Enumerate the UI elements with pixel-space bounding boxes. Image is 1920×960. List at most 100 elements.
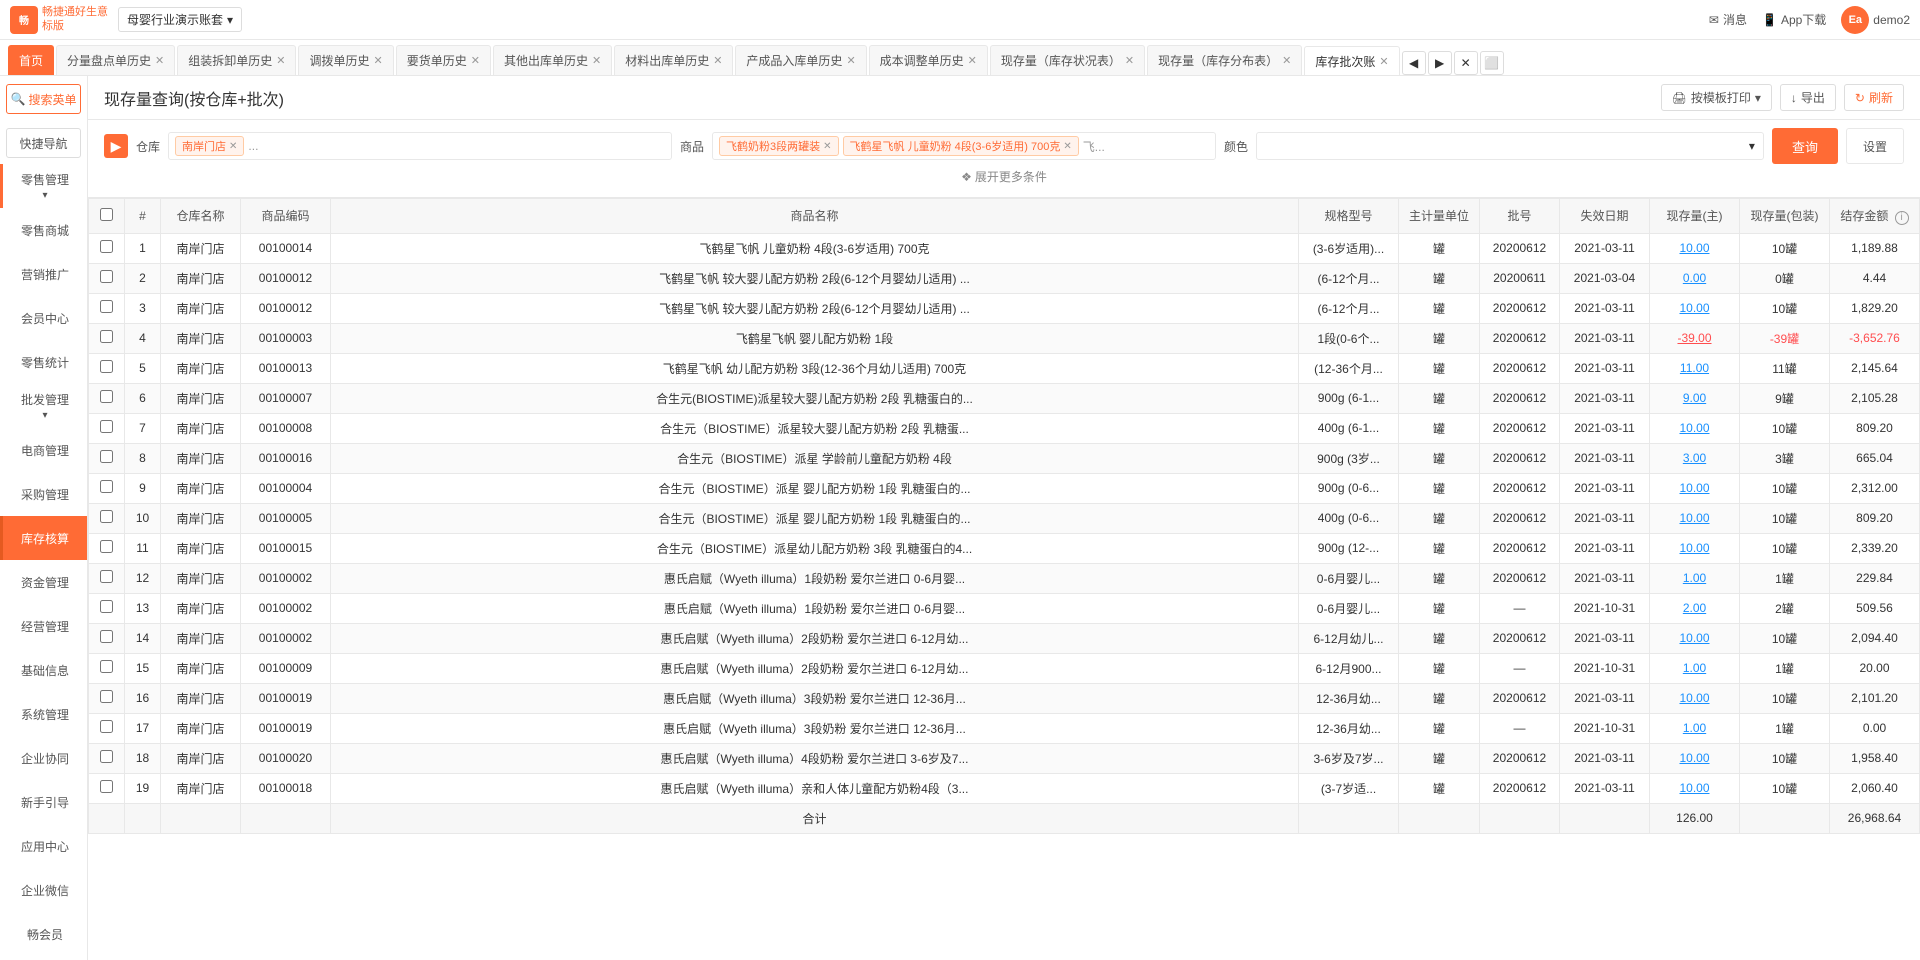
tab-other-out[interactable]: 其他出库单历史 ✕ — [493, 45, 612, 75]
tab-disassemble[interactable]: 组装拆卸单历史 ✕ — [177, 45, 296, 75]
warehouse-dots[interactable]: ... — [248, 139, 258, 153]
cell-checkbox[interactable] — [89, 563, 125, 593]
row-checkbox[interactable] — [100, 510, 113, 523]
tab-close-icon[interactable]: ✕ — [1379, 55, 1388, 68]
tab-cost-adjust[interactable]: 成本调整单历史 ✕ — [869, 45, 988, 75]
tab-close-icon[interactable]: ✕ — [1125, 54, 1134, 67]
cell-checkbox[interactable] — [89, 353, 125, 383]
tag-close-icon[interactable]: ✕ — [229, 141, 237, 152]
quick-nav-btn[interactable]: 快捷导航 — [6, 128, 81, 158]
cell-checkbox[interactable] — [89, 533, 125, 563]
cell-qty-main[interactable]: 10.00 — [1650, 533, 1740, 563]
sidebar-item-enterprise[interactable]: 企业协同 — [0, 736, 87, 780]
cell-checkbox[interactable] — [89, 683, 125, 713]
sidebar-item-guide[interactable]: 新手引导 — [0, 780, 87, 824]
cell-qty-main[interactable]: 10.00 — [1650, 743, 1740, 773]
cell-checkbox[interactable] — [89, 623, 125, 653]
tab-next-btn[interactable]: ▶ — [1428, 51, 1452, 75]
row-checkbox[interactable] — [100, 450, 113, 463]
cell-checkbox[interactable] — [89, 233, 125, 263]
tab-inventory-status[interactable]: 现存量（库存状况表） ✕ — [990, 45, 1145, 75]
row-checkbox[interactable] — [100, 690, 113, 703]
cell-qty-main[interactable]: 10.00 — [1650, 233, 1740, 263]
row-checkbox[interactable] — [100, 330, 113, 343]
sidebar-item-purchase[interactable]: 采购管理 — [0, 472, 87, 516]
cell-checkbox[interactable] — [89, 593, 125, 623]
tab-close-icon[interactable]: ✕ — [471, 54, 480, 67]
cell-checkbox[interactable] — [89, 263, 125, 293]
row-checkbox[interactable] — [100, 630, 113, 643]
row-checkbox[interactable] — [100, 720, 113, 733]
tab-home[interactable]: 首页 — [8, 45, 54, 75]
tab-prev-btn[interactable]: ◀ — [1402, 51, 1426, 75]
sidebar-item-retail[interactable]: 零售管理 ▾ — [0, 164, 87, 208]
cell-checkbox[interactable] — [89, 323, 125, 353]
sidebar-item-wechat[interactable]: 企业微信 — [0, 868, 87, 912]
row-checkbox[interactable] — [100, 300, 113, 313]
cell-qty-main[interactable]: 10.00 — [1650, 293, 1740, 323]
row-checkbox[interactable] — [100, 540, 113, 553]
query-btn[interactable]: 查询 — [1772, 128, 1838, 164]
cell-checkbox[interactable] — [89, 293, 125, 323]
th-checkbox[interactable] — [89, 199, 125, 234]
export-btn[interactable]: ↓ 导出 — [1780, 84, 1836, 111]
filter-expand-btn[interactable]: ▶ — [104, 134, 128, 158]
cell-qty-main[interactable]: 3.00 — [1650, 443, 1740, 473]
cell-qty-main[interactable]: 0.00 — [1650, 263, 1740, 293]
message-btn[interactable]: ✉ 消息 — [1709, 11, 1747, 28]
goods-filter[interactable]: 飞鹤奶粉3段两罐装 ✕ 飞鹤星飞帆 儿童奶粉 4段(3-6岁适用) 700克 ✕… — [712, 132, 1216, 160]
cell-qty-main[interactable]: 10.00 — [1650, 683, 1740, 713]
cell-checkbox[interactable] — [89, 743, 125, 773]
cell-qty-main[interactable]: 1.00 — [1650, 563, 1740, 593]
tab-close-icon[interactable]: ✕ — [846, 54, 855, 67]
tab-close-icon[interactable]: ✕ — [713, 54, 722, 67]
user-menu[interactable]: Ea demo2 — [1841, 6, 1910, 34]
refresh-btn[interactable]: ↻ 刷新 — [1844, 84, 1904, 111]
row-checkbox[interactable] — [100, 270, 113, 283]
expand-more-btn[interactable]: ❖ 展开更多条件 — [961, 168, 1047, 185]
tab-restore-btn[interactable]: ⬜ — [1480, 51, 1504, 75]
sidebar-item-basic[interactable]: 基础信息 — [0, 648, 87, 692]
sidebar-item-retail-shop[interactable]: 零售商城 — [0, 208, 87, 252]
sidebar-item-finance[interactable]: 资金管理 — [0, 560, 87, 604]
color-filter[interactable]: ▾ — [1256, 132, 1764, 160]
cell-qty-main[interactable]: 2.00 — [1650, 593, 1740, 623]
row-checkbox[interactable] — [100, 420, 113, 433]
sidebar-item-app-center[interactable]: 应用中心 — [0, 824, 87, 868]
sidebar-item-member2[interactable]: 畅会员 — [0, 912, 87, 956]
tab-requisition[interactable]: 要货单历史 ✕ — [396, 45, 491, 75]
cell-checkbox[interactable] — [89, 653, 125, 683]
tab-batch-voucher[interactable]: 库存批次账 ✕ — [1304, 46, 1399, 76]
sidebar-item-member[interactable]: 会员中心 — [0, 296, 87, 340]
row-checkbox[interactable] — [100, 360, 113, 373]
select-all-checkbox[interactable] — [100, 208, 113, 221]
sidebar-item-system[interactable]: 系统管理 — [0, 692, 87, 736]
tab-close-icon[interactable]: ✕ — [968, 54, 977, 67]
cell-checkbox[interactable] — [89, 413, 125, 443]
cell-checkbox[interactable] — [89, 773, 125, 803]
tab-close-icon[interactable]: ✕ — [1282, 54, 1291, 67]
cell-checkbox[interactable] — [89, 503, 125, 533]
tag-close-icon[interactable]: ✕ — [1063, 141, 1071, 152]
tab-close-icon[interactable]: ✕ — [374, 54, 383, 67]
row-checkbox[interactable] — [100, 600, 113, 613]
warehouse-filter[interactable]: 南岸门店 ✕ ... — [168, 132, 672, 160]
tag-close-icon[interactable]: ✕ — [823, 141, 831, 152]
sidebar-item-marketing[interactable]: 营销推广 — [0, 252, 87, 296]
settings-btn[interactable]: 设置 — [1846, 128, 1904, 164]
tab-close-icon[interactable]: ✕ — [155, 54, 164, 67]
tab-inventory-dist[interactable]: 现存量（库存分布表） ✕ — [1147, 45, 1302, 75]
cell-qty-main[interactable]: 10.00 — [1650, 503, 1740, 533]
row-checkbox[interactable] — [100, 780, 113, 793]
tab-product-in[interactable]: 产成品入库单历史 ✕ — [735, 45, 866, 75]
tab-split-inventory[interactable]: 分量盘点单历史 ✕ — [56, 45, 175, 75]
account-selector[interactable]: 母婴行业演示账套 ▾ — [118, 7, 242, 32]
cell-checkbox[interactable] — [89, 713, 125, 743]
sidebar-item-ecommerce[interactable]: 电商管理 — [0, 428, 87, 472]
row-checkbox[interactable] — [100, 750, 113, 763]
cell-qty-main[interactable]: 10.00 — [1650, 773, 1740, 803]
cell-qty-main[interactable]: 1.00 — [1650, 713, 1740, 743]
sidebar-item-operations[interactable]: 经营管理 — [0, 604, 87, 648]
print-btn[interactable]: 🖨 按模板打印 ▾ — [1661, 84, 1772, 111]
cell-qty-main[interactable]: 10.00 — [1650, 623, 1740, 653]
